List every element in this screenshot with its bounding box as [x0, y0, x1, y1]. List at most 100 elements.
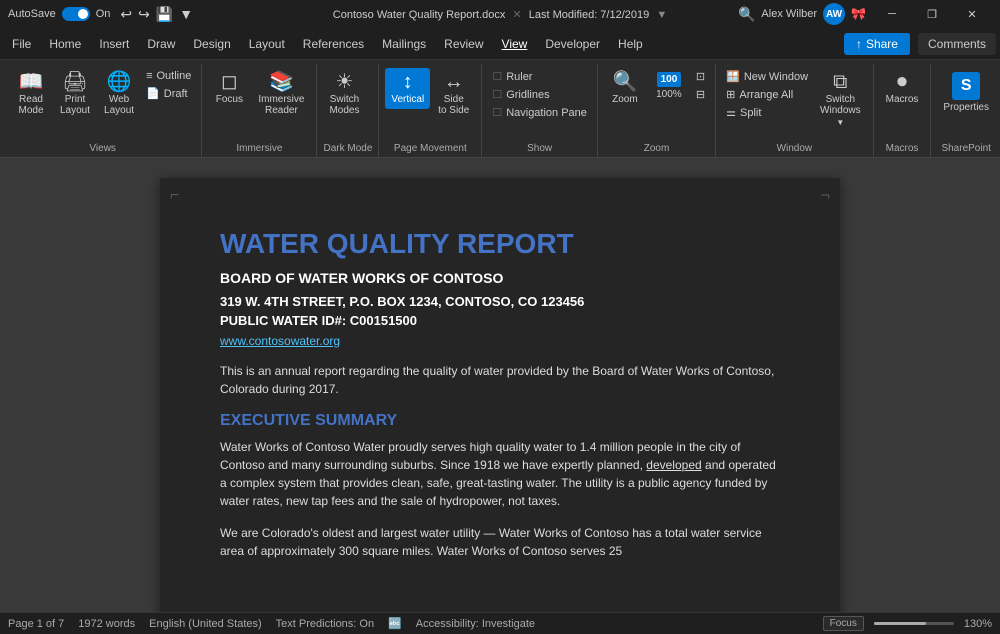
menu-draw[interactable]: Draw: [139, 33, 183, 55]
menu-mailings[interactable]: Mailings: [374, 33, 434, 55]
outline-draft-group: ≡ Outline 📄 Draft: [142, 68, 195, 102]
switch-windows-label: SwitchWindows: [820, 94, 861, 116]
zoom-content: 🔍 Zoom 100 100% ⊡ ⊟: [604, 64, 709, 141]
properties-label: Properties: [943, 102, 989, 113]
multiple-pages-button[interactable]: ⊟: [692, 86, 709, 103]
print-layout-button[interactable]: 🖨 PrintLayout: [54, 68, 96, 120]
show-label: Show: [488, 141, 591, 157]
menu-layout[interactable]: Layout: [241, 33, 293, 55]
corner-tl: ⌐: [170, 188, 179, 204]
customize-icon[interactable]: ▼: [179, 6, 193, 22]
undo-icon[interactable]: ↩: [120, 6, 132, 23]
navigation-pane-label: Navigation Pane: [506, 107, 587, 119]
new-window-icon: 🪟: [726, 70, 740, 83]
new-window-button[interactable]: 🪟 New Window: [722, 68, 812, 85]
spell-check-icon: 🔤: [388, 617, 402, 630]
read-mode-label: ReadMode: [18, 94, 43, 116]
ribbon-group-page-movement: ↕ Vertical ↔ Sideto Side Page Movement: [379, 64, 482, 157]
ruler-checkbox[interactable]: ☐ Ruler: [488, 68, 591, 85]
arrange-all-label: Arrange All: [739, 89, 793, 101]
document-website[interactable]: www.contosowater.org: [220, 334, 780, 348]
focus-button[interactable]: ◻ Focus: [208, 68, 250, 109]
zoom-slider[interactable]: [874, 622, 954, 625]
new-window-label: New Window: [744, 71, 808, 83]
menu-references[interactable]: References: [295, 33, 372, 55]
immersive-reader-button[interactable]: 📚 ImmersiveReader: [252, 68, 310, 120]
menu-developer[interactable]: Developer: [537, 33, 608, 55]
autosave-toggle[interactable]: [62, 7, 90, 21]
side-to-side-button[interactable]: ↔ Sideto Side: [432, 68, 475, 120]
save-icon[interactable]: 💾: [156, 6, 173, 23]
outline-label: Outline: [156, 70, 191, 82]
sharepoint-label: SharePoint: [937, 141, 995, 157]
share-button[interactable]: ↑ Share: [844, 33, 910, 55]
ribbon-group-views: 📖 ReadMode 🖨 PrintLayout 🌐 WebLayout ≡ O…: [4, 64, 202, 157]
window-controls: ─ ❐ ✕: [872, 0, 992, 28]
menu-insert[interactable]: Insert: [91, 33, 137, 55]
document-pubid: PUBLIC WATER ID#: C00151500: [220, 313, 780, 328]
web-layout-icon: 🌐: [107, 72, 132, 92]
navigation-pane-checkbox[interactable]: ☐ Navigation Pane: [488, 104, 591, 121]
sharepoint-content: S Properties: [937, 64, 995, 141]
split-icon: ⚌: [726, 106, 736, 119]
menu-home[interactable]: Home: [41, 33, 89, 55]
macros-icon: ⏺: [897, 72, 907, 92]
text-predictions[interactable]: Text Predictions: On: [276, 618, 374, 630]
macros-button[interactable]: ⏺ Macros: [880, 68, 925, 109]
menu-view[interactable]: View: [494, 33, 536, 55]
last-modified: Last Modified: 7/12/2019: [529, 9, 649, 21]
status-bar: Page 1 of 7 1972 words English (United S…: [0, 612, 1000, 634]
web-layout-button[interactable]: 🌐 WebLayout: [98, 68, 140, 120]
outline-button[interactable]: ≡ Outline: [142, 68, 195, 84]
switch-windows-icon: ⧉: [833, 72, 847, 92]
zoom-label: Zoom: [604, 141, 709, 157]
switch-modes-icon: ☀: [336, 72, 354, 92]
immersive-content: ◻ Focus 📚 ImmersiveReader: [208, 64, 310, 141]
zoom-100-button[interactable]: 100 100%: [648, 68, 690, 104]
switch-windows-button[interactable]: ⧉ SwitchWindows ▼: [814, 68, 867, 131]
user-avatar[interactable]: AW: [823, 3, 845, 25]
restore-button[interactable]: ❐: [912, 0, 952, 28]
one-page-button[interactable]: ⊡: [692, 68, 709, 85]
minimize-button[interactable]: ─: [872, 0, 912, 28]
comments-button[interactable]: Comments: [918, 33, 996, 55]
gridlines-checkbox[interactable]: ☐ Gridlines: [488, 86, 591, 103]
focus-status-button[interactable]: Focus: [823, 616, 864, 631]
user-name: Alex Wilber: [761, 8, 817, 20]
document-address: 319 W. 4TH STREET, P.O. BOX 1234, CONTOS…: [220, 294, 780, 309]
switch-modes-button[interactable]: ☀ SwitchModes: [323, 68, 365, 120]
menu-file[interactable]: File: [4, 33, 39, 55]
read-mode-button[interactable]: 📖 ReadMode: [10, 68, 52, 120]
menu-review[interactable]: Review: [436, 33, 491, 55]
close-button[interactable]: ✕: [952, 0, 992, 28]
menu-help[interactable]: Help: [610, 33, 651, 55]
split-button[interactable]: ⚌ Split: [722, 104, 812, 121]
draft-button[interactable]: 📄 Draft: [142, 85, 195, 102]
accessibility-label[interactable]: Accessibility: Investigate: [416, 618, 535, 630]
properties-button[interactable]: S Properties: [937, 68, 995, 117]
zoom-fill: [874, 622, 926, 625]
multiple-pages-icon: ⊟: [696, 88, 705, 101]
ribbon-icon[interactable]: 🎀: [851, 7, 866, 21]
document-area: ⌐ ¬ WATER QUALITY REPORT BOARD OF WATER …: [0, 158, 1000, 612]
zoom-icon: 🔍: [612, 72, 637, 92]
views-content: 📖 ReadMode 🖨 PrintLayout 🌐 WebLayout ≡ O…: [10, 64, 195, 141]
exec-body-3: We are Colorado's oldest and largest wat…: [220, 524, 780, 560]
read-mode-icon: 📖: [19, 72, 44, 92]
one-page-icon: ⊡: [696, 70, 705, 83]
language[interactable]: English (United States): [149, 618, 262, 630]
zoom-level: 130%: [964, 618, 992, 630]
redo-icon[interactable]: ↪: [138, 6, 150, 23]
title-search-icon[interactable]: 🔍: [738, 6, 755, 23]
zoom-label: Zoom: [612, 94, 638, 105]
macros-label: Macros: [880, 141, 925, 157]
menu-design[interactable]: Design: [185, 33, 238, 55]
title-bar-left: AutoSave On ↩ ↪ 💾 ▼: [8, 6, 193, 23]
arrange-all-button[interactable]: ⊞ Arrange All: [722, 86, 812, 103]
zoom-button[interactable]: 🔍 Zoom: [604, 68, 646, 109]
document-subtitle: BOARD OF WATER WORKS OF CONTOSO: [220, 270, 780, 286]
share-icon: ↑: [856, 37, 862, 51]
vertical-button[interactable]: ↕ Vertical: [385, 68, 430, 109]
ribbon-group-sharepoint: S Properties SharePoint: [931, 64, 1000, 157]
dark-mode-content: ☀ SwitchModes: [323, 64, 372, 141]
